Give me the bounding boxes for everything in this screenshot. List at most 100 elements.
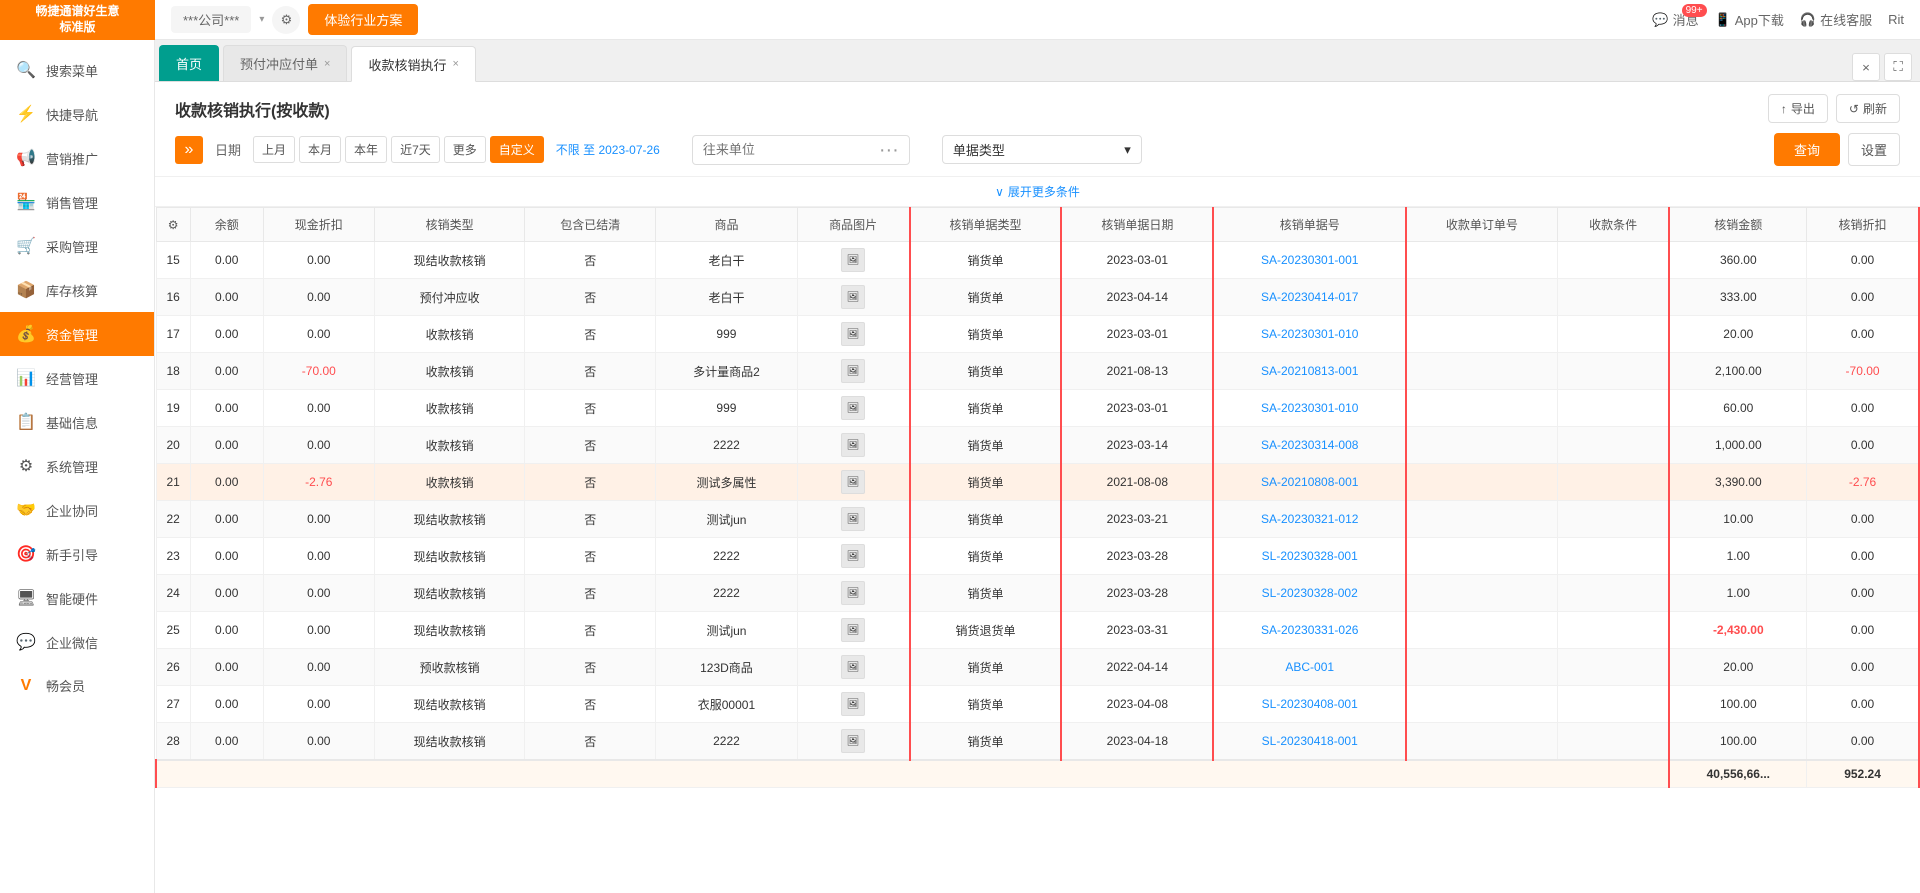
cell-bill-date: 2023-03-01 [1061,242,1213,279]
date-btn-7days[interactable]: 近7天 [391,136,440,163]
cell-bill-no[interactable]: SA-20230414-017 [1213,279,1406,316]
tab-prepay[interactable]: 预付冲应付单 × [223,45,347,81]
bill-no-link[interactable]: SA-20230321-012 [1261,512,1358,526]
cell-balance: 0.00 [190,279,263,316]
sales-icon: 🏪 [16,192,36,212]
bill-no-link[interactable]: SA-20230301-001 [1261,253,1358,267]
th-settings[interactable]: ⚙ [156,208,190,242]
cell-bill-type: 销货单 [910,427,1062,464]
date-btn-custom[interactable]: 自定义 [490,136,544,163]
bill-no-link[interactable]: SL-20230418-001 [1262,734,1358,748]
cell-image: 🖼 [797,353,909,390]
cell-bill-date: 2021-08-13 [1061,353,1213,390]
bill-no-link[interactable]: ABC-001 [1285,660,1334,674]
sidebar-item-member[interactable]: V 畅会员 [0,664,154,707]
bill-no-link[interactable]: SA-20210808-001 [1261,475,1358,489]
expand-more-button[interactable]: ∨ 展开更多条件 [995,183,1080,200]
sidebar-item-operation[interactable]: 📊 经营管理 [0,356,154,400]
cell-bill-no[interactable]: SA-20230301-010 [1213,390,1406,427]
cell-id: 20 [156,427,190,464]
bill-no-link[interactable]: SA-20230301-010 [1261,327,1358,341]
sidebar-item-system[interactable]: ⚙ 系统管理 [0,444,154,488]
service-icon: 🎧 [1800,12,1816,28]
notification-bell[interactable]: 💬 消息 99+ [1652,10,1698,29]
tab-receipt-label: 收款核销执行 [368,55,446,74]
bill-no-link[interactable]: SA-20230331-026 [1261,623,1358,637]
cell-bill-no[interactable]: SA-20230331-026 [1213,612,1406,649]
sidebar-item-sales[interactable]: 🏪 销售管理 [0,180,154,224]
cell-terms [1557,464,1669,501]
cell-product: 999 [656,316,798,353]
page-actions: ↑ 导出 ↺ 刷新 [1768,94,1900,123]
cell-bill-no[interactable]: SL-20230328-001 [1213,538,1406,575]
sidebar-item-marketing[interactable]: 📢 营销推广 [0,136,154,180]
bill-no-link[interactable]: SA-20210813-001 [1261,364,1358,378]
date-btn-this-year[interactable]: 本年 [345,136,387,163]
bill-type-filter[interactable]: 单据类型 ▾ [942,135,1142,164]
tab-receipt[interactable]: 收款核销执行 × [351,46,475,82]
cell-bill-no[interactable]: SA-20230321-012 [1213,501,1406,538]
table-row: 22 0.00 0.00 现结收款核销 否 测试jun 🖼 销货单 2023-0… [156,501,1919,538]
cell-bill-no[interactable]: SA-20230314-008 [1213,427,1406,464]
cell-bill-no[interactable]: SA-20230301-001 [1213,242,1406,279]
cell-id: 19 [156,390,190,427]
bill-no-link[interactable]: SA-20230414-017 [1261,290,1358,304]
date-btn-more[interactable]: 更多 [444,136,486,163]
sidebar-item-nav[interactable]: ⚡ 快捷导航 [0,92,154,136]
bill-no-link[interactable]: SA-20230314-008 [1261,438,1358,452]
cell-discount: 0.00 [1807,612,1919,649]
cell-order-no [1406,427,1557,464]
online-service-link[interactable]: 🎧 在线客服 [1800,10,1872,29]
settings-button[interactable]: ⚙ [272,6,300,34]
sidebar-item-wechat[interactable]: 💬 企业微信 [0,620,154,664]
cell-cash-discount: -2.76 [263,464,374,501]
sidebar-item-purchase[interactable]: 🛒 采购管理 [0,224,154,268]
cell-type: 现结收款核销 [375,723,525,761]
cell-bill-no[interactable]: SA-20210808-001 [1213,464,1406,501]
set-button[interactable]: 设置 [1848,133,1900,166]
cell-bill-no[interactable]: SA-20230301-010 [1213,316,1406,353]
company-dropdown-icon[interactable]: ▾ [259,14,264,25]
cell-terms [1557,501,1669,538]
bill-no-link[interactable]: SL-20230328-002 [1262,586,1358,600]
cell-type: 现结收款核销 [375,242,525,279]
cell-image: 🖼 [797,242,909,279]
sidebar-item-finance[interactable]: 💰 资金管理 [0,312,154,356]
cell-bill-no[interactable]: SL-20230328-002 [1213,575,1406,612]
cell-bill-no[interactable]: ABC-001 [1213,649,1406,686]
partner-input[interactable] [703,142,879,157]
refresh-button[interactable]: ↺ 刷新 [1836,94,1900,123]
sidebar-label-marketing: 营销推广 [46,149,98,168]
tab-prepay-close[interactable]: × [324,58,330,70]
sidebar-item-guide[interactable]: 🎯 新手引导 [0,532,154,576]
sidebar-item-inventory[interactable]: 📦 库存核算 [0,268,154,312]
bill-no-link[interactable]: SL-20230408-001 [1262,697,1358,711]
bill-no-link[interactable]: SL-20230328-001 [1262,549,1358,563]
tab-close-btn[interactable]: × [1852,53,1880,81]
table-container[interactable]: ⚙ 余额 现金折扣 核销类型 包含已结清 商品 商品图片 核销单据类型 核销单据… [155,207,1920,893]
partner-filter[interactable]: ··· [692,135,910,165]
user-menu[interactable]: Rit [1888,12,1904,27]
trial-button[interactable]: 体验行业方案 [308,4,418,35]
company-name[interactable]: ***公司*** [171,6,251,33]
th-terms: 收款条件 [1557,208,1669,242]
cell-bill-no[interactable]: SA-20210813-001 [1213,353,1406,390]
export-button[interactable]: ↑ 导出 [1768,94,1828,123]
sidebar-item-collab[interactable]: 🤝 企业协同 [0,488,154,532]
app-download-link[interactable]: 📱 App下载 [1715,10,1784,29]
tab-receipt-close[interactable]: × [452,58,458,70]
query-button[interactable]: 查询 [1774,133,1840,166]
sidebar-item-basic[interactable]: 📋 基础信息 [0,400,154,444]
bill-no-link[interactable]: SA-20230301-010 [1261,401,1358,415]
sidebar-item-hardware[interactable]: 🖥 智能硬件 [0,576,154,620]
cell-amount: 1,000.00 [1669,427,1806,464]
cell-bill-no[interactable]: SL-20230418-001 [1213,723,1406,761]
partner-dots-icon[interactable]: ··· [879,140,899,160]
tab-expand-btn[interactable]: ⛶ [1884,53,1912,81]
filter-toggle-button[interactable]: » [175,136,203,164]
sidebar-item-search[interactable]: 🔍 搜索菜单 [0,48,154,92]
date-btn-this-month[interactable]: 本月 [299,136,341,163]
date-btn-last-month[interactable]: 上月 [253,136,295,163]
cell-bill-no[interactable]: SL-20230408-001 [1213,686,1406,723]
tab-home[interactable]: 首页 [159,45,219,81]
